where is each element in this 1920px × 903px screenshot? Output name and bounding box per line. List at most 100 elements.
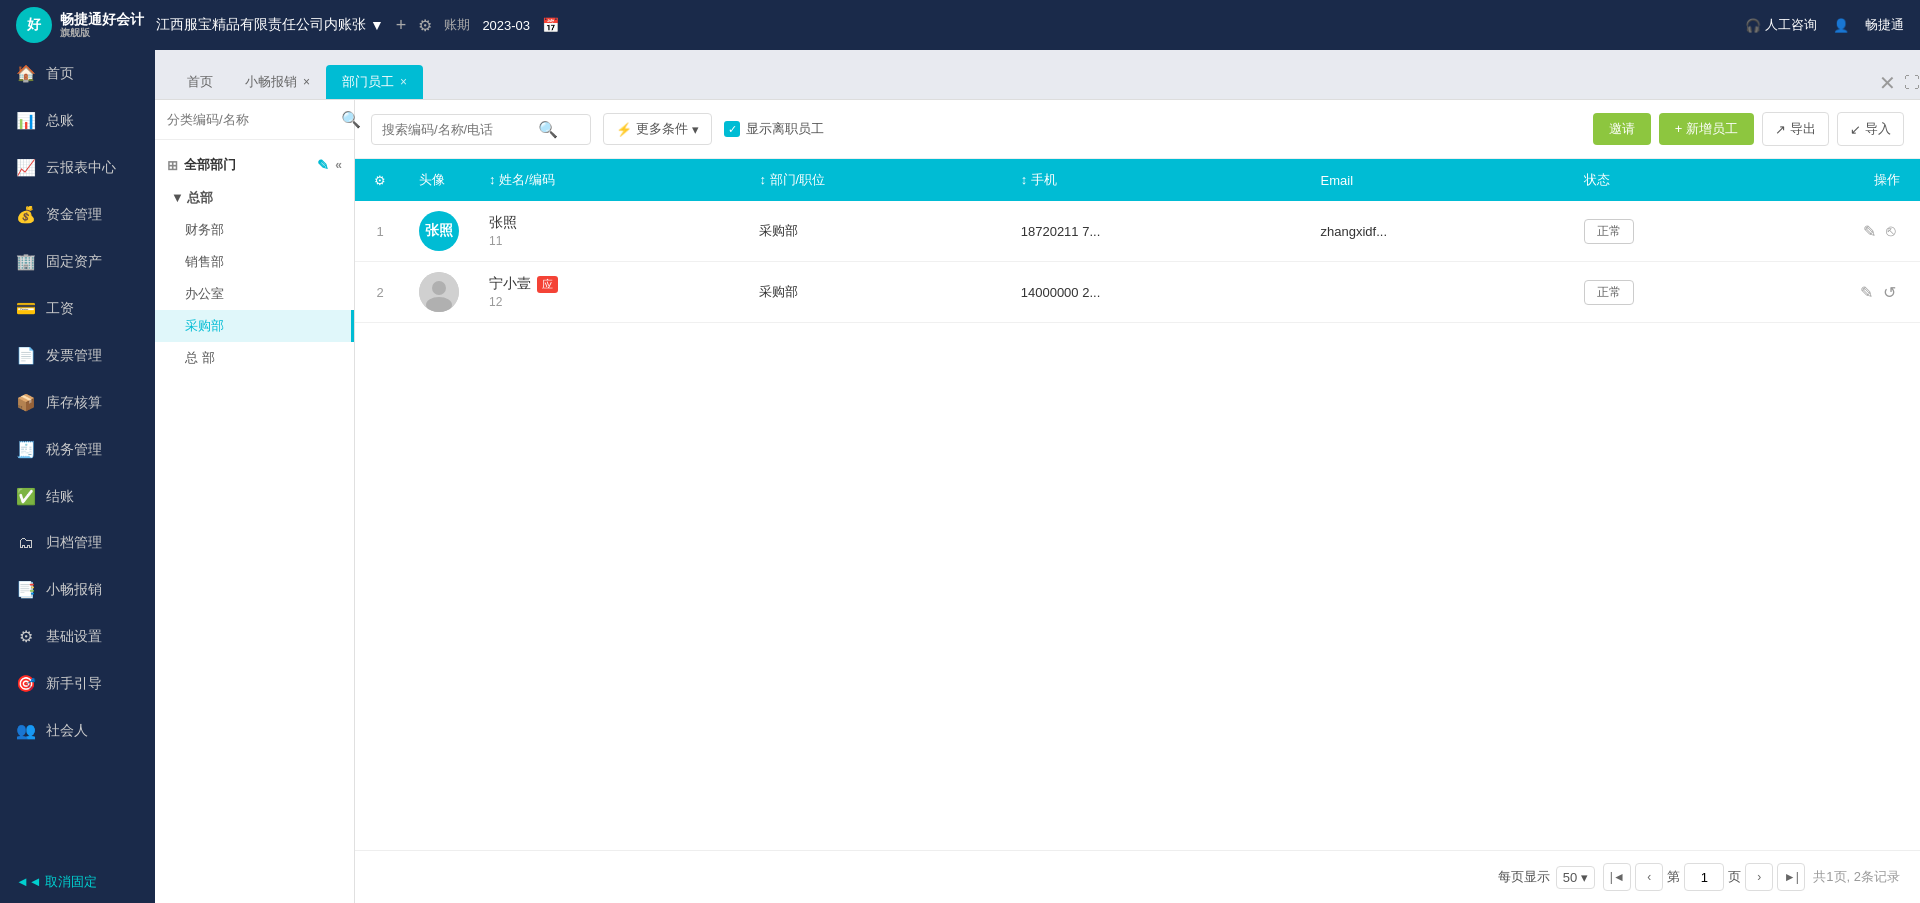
tab-expense[interactable]: 小畅报销 × — [229, 65, 326, 99]
close-account-icon: ✅ — [16, 487, 36, 506]
sidebar-item-close[interactable]: ✅ 结账 — [0, 473, 155, 520]
employee-list: 1 张照 张照 11 采购部 — [355, 201, 1920, 323]
next-page-btn[interactable]: › — [1745, 863, 1773, 891]
period-value[interactable]: 2023-03 — [482, 18, 530, 33]
col-name[interactable]: ↕ 姓名/编码 — [475, 159, 745, 201]
pagination: 每页显示 50 ▾ |◄ ‹ 第 页 › ►| — [355, 850, 1920, 903]
page-size-value: 50 — [1563, 870, 1577, 885]
company-name[interactable]: 江西服宝精品有限责任公司内账张 ▼ — [156, 16, 384, 34]
dept-collapse-icon[interactable]: « — [335, 158, 342, 172]
import-btn[interactable]: ↙ 导入 — [1837, 112, 1904, 146]
sidebar-label-salary: 工资 — [46, 300, 74, 318]
page-number-input[interactable] — [1684, 863, 1724, 891]
sidebar-label-reports: 云报表中心 — [46, 159, 116, 177]
close-window-btn[interactable]: ✕ — [1879, 71, 1896, 95]
edit-icon-1[interactable]: ✎ — [1863, 222, 1876, 241]
sidebar-item-archive[interactable]: 🗂 归档管理 — [0, 520, 155, 566]
main-panel: 🔍 ⊞ 全部部门 ✎ « ▼ 总部 财务部 — [155, 100, 1920, 903]
archive-icon: 🗂 — [16, 534, 36, 552]
delete-icon-2[interactable]: ↺ — [1883, 283, 1896, 302]
col-settings[interactable]: ⚙ — [355, 159, 405, 201]
employee-code-2: 12 — [489, 295, 731, 309]
name-code-2: 宁小壹 应 12 — [489, 275, 731, 309]
maximize-btn[interactable]: ⛶ — [1904, 74, 1920, 92]
dept-item-sales[interactable]: 销售部 — [155, 246, 354, 278]
sidebar-item-salary[interactable]: 💳 工资 — [0, 285, 155, 332]
guide-icon: 🎯 — [16, 674, 36, 693]
page-size-dropdown[interactable]: 50 ▾ — [1556, 866, 1595, 889]
edit-icon-2[interactable]: ✎ — [1860, 283, 1873, 302]
dept-search-input[interactable] — [167, 112, 335, 127]
last-page-btn[interactable]: ►| — [1777, 863, 1805, 891]
employee-name-2: 宁小壹 — [489, 275, 531, 293]
dept-item-finance[interactable]: 财务部 — [155, 214, 354, 246]
invite-btn[interactable]: 邀请 — [1593, 113, 1651, 145]
sidebar-item-social[interactable]: 👥 社会人 — [0, 707, 155, 754]
prev-page-btn[interactable]: ‹ — [1635, 863, 1663, 891]
page-prefix: 第 — [1667, 868, 1680, 886]
logo-text: 畅捷通好会计 旗舰版 — [60, 11, 144, 40]
first-page-btn[interactable]: |◄ — [1603, 863, 1631, 891]
sidebar-label-invoice: 发票管理 — [46, 347, 102, 365]
sidebar-item-guide[interactable]: 🎯 新手引导 — [0, 660, 155, 707]
sidebar-label-assets: 固定资产 — [46, 253, 102, 271]
col-phone[interactable]: ↕ 手机 — [1007, 159, 1307, 201]
ledger-icon: 📊 — [16, 111, 36, 130]
sidebar-item-expense[interactable]: 📑 小畅报销 — [0, 566, 155, 613]
tab-dept[interactable]: 部门员工 × — [326, 65, 423, 99]
all-dept-item[interactable]: ⊞ 全部部门 ✎ « — [155, 148, 354, 182]
sidebar-item-assets[interactable]: 🏢 固定资产 — [0, 238, 155, 285]
logout-icon-1[interactable]: ⎋ — [1886, 222, 1896, 240]
user-name[interactable]: 畅捷通 — [1865, 16, 1904, 34]
employee-table-container: ⚙ 头像 ↕ 姓名/编码 ↕ 部门/职位 ↕ 手机 Email 状态 操作 — [355, 159, 1920, 850]
app-name: 畅捷通好会计 — [60, 11, 144, 28]
row-name-dept-1: 张照 11 — [475, 201, 745, 262]
svg-point-1 — [432, 281, 446, 295]
tab-dept-close[interactable]: × — [400, 75, 407, 89]
cancel-pin-btn[interactable]: ◄◄ 取消固定 — [0, 861, 155, 903]
emp-search-input[interactable] — [382, 122, 532, 137]
sidebar-item-home[interactable]: 🏠 首页 — [0, 50, 155, 97]
row-actions-1: ✎ ⎋ — [1770, 201, 1920, 262]
support-btn[interactable]: 🎧 人工咨询 — [1745, 16, 1817, 34]
row-phone-1: 18720211 7... — [1007, 201, 1307, 262]
dept-item-purchase[interactable]: 采购部 — [155, 310, 354, 342]
col-dept[interactable]: ↕ 部门/职位 — [745, 159, 1006, 201]
sidebar-item-settings[interactable]: ⚙ 基础设置 — [0, 613, 155, 660]
row-status-2: 正常 — [1570, 262, 1770, 323]
sidebar-item-ledger[interactable]: 📊 总账 — [0, 97, 155, 144]
headset-icon: 🎧 — [1745, 18, 1761, 33]
col-email: Email — [1307, 159, 1570, 201]
export-btn[interactable]: ↗ 导出 — [1762, 112, 1829, 146]
name-code-1: 张照 11 — [489, 214, 731, 248]
topbar-center: 江西服宝精品有限责任公司内账张 ▼ + ⚙ 账期 2023-03 📅 — [156, 15, 1745, 36]
filter-btn[interactable]: ⚡ 更多条件 ▾ — [603, 113, 712, 145]
tab-expense-close[interactable]: × — [303, 75, 310, 89]
page-size-select: 每页显示 50 ▾ — [1498, 866, 1595, 889]
sidebar-label-settings: 基础设置 — [46, 628, 102, 646]
emp-search-icon[interactable]: 🔍 — [538, 120, 558, 139]
dept-edit-icon[interactable]: ✎ — [317, 157, 329, 173]
show-resigned-checkbox[interactable]: ✓ — [724, 121, 740, 137]
dept-item-office[interactable]: 办公室 — [155, 278, 354, 310]
dept-search-box: 🔍 — [155, 100, 354, 140]
add-employee-btn[interactable]: + 新增员工 — [1659, 113, 1754, 145]
calendar-icon[interactable]: 📅 — [542, 17, 559, 33]
sidebar-item-reports[interactable]: 📈 云报表中心 — [0, 144, 155, 191]
show-resigned-toggle[interactable]: ✓ 显示离职员工 — [724, 120, 824, 138]
tab-bar: 首页 小畅报销 × 部门员工 × ✕ ⛶ — [155, 50, 1920, 100]
avatar-circle-1: 张照 — [419, 211, 459, 251]
name-badge-2: 宁小壹 应 — [489, 275, 731, 293]
settings-icon[interactable]: ⚙ — [418, 16, 432, 35]
sidebar-item-inventory[interactable]: 📦 库存核算 — [0, 379, 155, 426]
sidebar-item-tax[interactable]: 🧾 税务管理 — [0, 426, 155, 473]
dept-item-zongbu-parent[interactable]: ▼ 总部 — [155, 182, 354, 214]
import-icon: ↙ — [1850, 122, 1861, 137]
dept-item-hq[interactable]: 总 部 — [155, 342, 354, 374]
sidebar-item-funds[interactable]: 💰 资金管理 — [0, 191, 155, 238]
tab-home[interactable]: 首页 — [171, 65, 229, 99]
sidebar-item-invoice[interactable]: 📄 发票管理 — [0, 332, 155, 379]
show-resigned-label: 显示离职员工 — [746, 120, 824, 138]
reports-icon: 📈 — [16, 158, 36, 177]
add-company-btn[interactable]: + — [396, 15, 407, 36]
